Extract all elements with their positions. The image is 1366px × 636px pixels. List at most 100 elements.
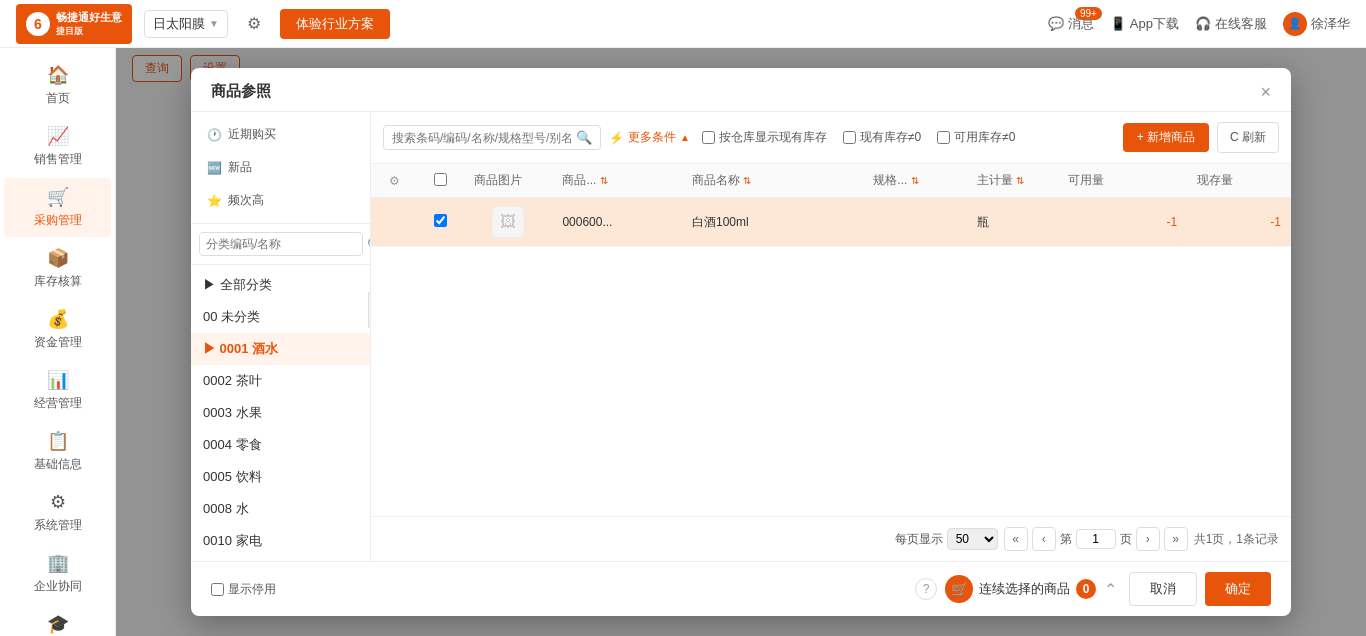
messages-nav[interactable]: 💬 消息 99+	[1048, 15, 1094, 33]
page-size-dropdown[interactable]: 50 20 100	[947, 528, 998, 550]
avail-ne0-checkbox[interactable]	[937, 131, 950, 144]
add-product-button[interactable]: + 新增商品	[1123, 123, 1209, 152]
settings-icon[interactable]: ⚙	[240, 10, 268, 38]
sort-spec-icon[interactable]: ⇅	[911, 175, 919, 186]
sidebar-item-purchase[interactable]: 🛒 采购管理	[4, 178, 111, 237]
page-label: 第	[1060, 531, 1072, 548]
cat-unclassified[interactable]: 00 未分类	[191, 301, 370, 333]
cat-drink[interactable]: 0005 饮料	[191, 461, 370, 493]
row-stock: -1	[1270, 215, 1281, 229]
page-suffix: 页	[1120, 531, 1132, 548]
main-layout: 🏠 首页 📈 销售管理 🛒 采购管理 📦 库存核算 💰 资金管理 📊 经营管理 …	[0, 48, 1366, 636]
cat-unclassified-label: 00 未分类	[203, 308, 260, 326]
cat-snack[interactable]: 0004 零食	[191, 429, 370, 461]
new-products-btn[interactable]: 🆕 新品	[199, 153, 362, 182]
cat-fruit[interactable]: 0003 水果	[191, 397, 370, 429]
app-download-nav[interactable]: 📱 App下载	[1110, 15, 1179, 33]
stock-ne0-checkbox-label[interactable]: 现有库存≠0	[843, 129, 921, 146]
sidebar-item-home[interactable]: 🏠 首页	[4, 56, 111, 115]
logo: 6 畅捷通好生意 捷目版	[16, 4, 132, 44]
modal-header: 商品参照 ×	[191, 68, 1291, 112]
confirm-button[interactable]: 确定	[1205, 572, 1271, 606]
cat-water[interactable]: 0008 水	[191, 493, 370, 525]
last-page-btn[interactable]: »	[1164, 527, 1188, 551]
category-search-icon[interactable]: 🔍	[367, 237, 371, 252]
th-name: 商品名称 ⇅	[682, 164, 863, 198]
category-search-input[interactable]	[199, 232, 363, 256]
new-label: 新品	[228, 159, 252, 176]
operations-icon: 📊	[47, 369, 69, 391]
sidebar-label-inventory: 库存核算	[34, 273, 82, 290]
sidebar-item-sales[interactable]: 📈 销售管理	[4, 117, 111, 176]
cart-area: ? 🛒 连续选择的商品 0 ⌃	[915, 575, 1117, 603]
show-stopped-option: 显示停用	[211, 581, 276, 598]
search-icon[interactable]: 🔍	[576, 130, 592, 145]
store-selector[interactable]: 日太阳膜 ▼	[144, 10, 228, 38]
sidebar-item-inventory[interactable]: 📦 库存核算	[4, 239, 111, 298]
sidebar-item-enterprise[interactable]: 🏢 企业协同	[4, 544, 111, 603]
cancel-button[interactable]: 取消	[1129, 572, 1197, 606]
sidebar-item-operations[interactable]: 📊 经营管理	[4, 361, 111, 420]
cat-liquor[interactable]: ▶ 0001 酒水	[191, 333, 370, 365]
avail-ne0-label: 可用库存≠0	[954, 129, 1015, 146]
cat-all[interactable]: ▶ 全部分类	[191, 269, 370, 301]
warehouse-label: 按仓库显示现有库存	[719, 129, 827, 146]
product-toolbar: 🔍 ⚡ 更多条件 ▲ 按仓库显示现有库存	[371, 112, 1291, 164]
cat-drink-label: 0005 饮料	[203, 468, 262, 486]
avail-ne0-checkbox-label[interactable]: 可用库存≠0	[937, 129, 1015, 146]
prev-page-btn[interactable]: ‹	[1032, 527, 1056, 551]
th-stock: 现存量	[1187, 164, 1291, 198]
refresh-button[interactable]: C 刷新	[1217, 122, 1279, 153]
username-label: 徐泽华	[1311, 15, 1350, 33]
cat-appliance-label: 0010 家电	[203, 532, 262, 550]
sort-unit-icon[interactable]: ⇅	[1016, 175, 1024, 186]
sidebar-item-guide[interactable]: 🎓 新手引导	[4, 605, 111, 636]
sidebar-label-enterprise: 企业协同	[34, 578, 82, 595]
trial-button[interactable]: 体验行业方案	[280, 9, 390, 39]
show-stopped-checkbox[interactable]	[211, 583, 224, 596]
table-row[interactable]: 🖼 000600... 白酒100ml	[371, 198, 1291, 247]
panel-collapse-btn[interactable]: ‹	[368, 292, 371, 328]
page-navigation: « ‹ 第 页 › »	[1004, 527, 1188, 551]
row-stock-cell: -1	[1187, 198, 1291, 247]
cart-button[interactable]: 🛒 连续选择的商品 0	[945, 575, 1096, 603]
frequent-label: 频次高	[228, 192, 264, 209]
sidebar-label-finance: 资金管理	[34, 334, 82, 351]
main-content: 查询 设置 商品参照 × 🕐 近期购买	[116, 48, 1366, 636]
product-search-input[interactable]	[392, 131, 572, 145]
footer-collapse-icon[interactable]: ⌃	[1104, 580, 1117, 599]
user-avatar[interactable]: 👤 徐泽华	[1283, 12, 1350, 36]
cat-appliance[interactable]: 0010 家电	[191, 525, 370, 557]
th-spec: 规格... ⇅	[863, 164, 967, 198]
category-search: 🔍	[191, 224, 370, 265]
category-list: ▶ 全部分类 00 未分类 ▶ 0001 酒水 0002 茶叶	[191, 265, 370, 561]
sort-code-icon[interactable]: ⇅	[600, 175, 608, 186]
row-checkbox[interactable]	[434, 214, 447, 227]
cat-tea[interactable]: 0002 茶叶	[191, 365, 370, 397]
help-icon[interactable]: ?	[915, 578, 937, 600]
more-filter-btn[interactable]: ⚡ 更多条件 ▲	[609, 129, 690, 146]
online-service-nav[interactable]: 🎧 在线客服	[1195, 15, 1267, 33]
first-page-btn[interactable]: «	[1004, 527, 1028, 551]
sidebar-label-home: 首页	[46, 90, 70, 107]
row-unit-cell: 瓶	[967, 198, 1058, 247]
page-input[interactable]	[1076, 529, 1116, 549]
th-spec-label: 规格...	[873, 173, 907, 187]
finance-icon: 💰	[47, 308, 69, 330]
modal-close-button[interactable]: ×	[1260, 83, 1271, 101]
warehouse-checkbox[interactable]	[702, 131, 715, 144]
sidebar-item-basicinfo[interactable]: 📋 基础信息	[4, 422, 111, 481]
select-all-checkbox[interactable]	[434, 173, 447, 186]
recent-purchase-btn[interactable]: 🕐 近期购买	[199, 120, 362, 149]
stock-ne0-checkbox[interactable]	[843, 131, 856, 144]
warehouse-checkbox-label[interactable]: 按仓库显示现有库存	[702, 129, 827, 146]
sidebar-label-basicinfo: 基础信息	[34, 456, 82, 473]
page-info: 共1页，1条记录	[1194, 531, 1279, 548]
row-spec-cell	[863, 198, 967, 247]
sort-name-icon[interactable]: ⇅	[743, 175, 751, 186]
next-page-btn[interactable]: ›	[1136, 527, 1160, 551]
enterprise-icon: 🏢	[47, 552, 69, 574]
sidebar-item-system[interactable]: ⚙ 系统管理	[4, 483, 111, 542]
sidebar-item-finance[interactable]: 💰 资金管理	[4, 300, 111, 359]
frequent-btn[interactable]: ⭐ 频次高	[199, 186, 362, 215]
